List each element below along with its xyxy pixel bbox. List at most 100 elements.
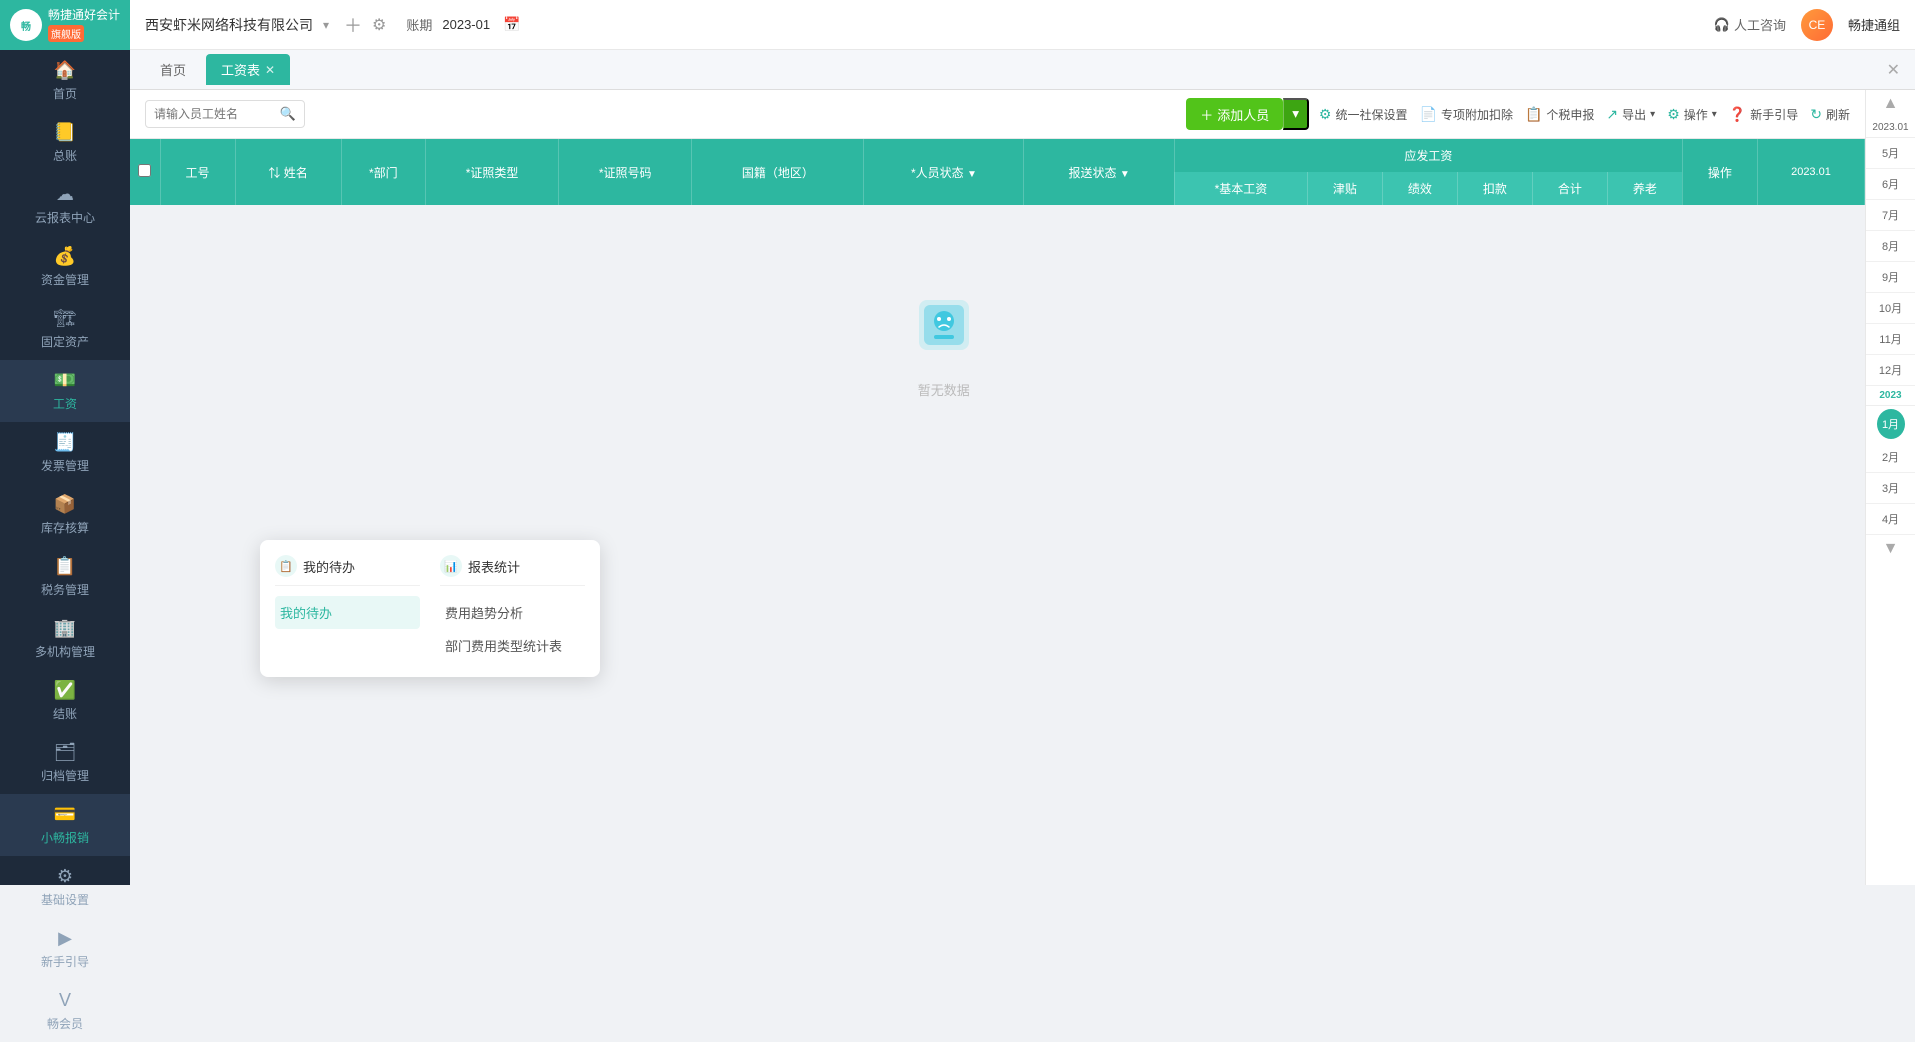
sidebar-item-invoice-label: 发票管理 [41, 457, 89, 474]
period-calendar-icon[interactable]: 📅 [503, 16, 520, 33]
sidebar-item-funds[interactable]: 💰 资金管理 [0, 236, 130, 298]
expense-icon: 💳 [54, 804, 76, 825]
refresh-icon: ↻ [1810, 106, 1822, 123]
tab-home[interactable]: 首页 [145, 54, 201, 85]
month-item-5[interactable]: 5月 [1866, 138, 1915, 169]
add-person-button[interactable]: ＋ 添加人员 [1186, 98, 1283, 130]
toolbar-actions: ⚙ 统一社保设置 📄 专项附加扣除 📋 个税申报 ↗ [1319, 106, 1850, 123]
sidebar-item-vip[interactable]: V 畅会员 [0, 980, 130, 1042]
sidebar-item-tax[interactable]: 📋 税务管理 [0, 546, 130, 608]
guide-action[interactable]: ❓ 新手引导 [1729, 106, 1798, 123]
user-avatar: CE [1801, 9, 1833, 41]
month-item-6[interactable]: 6月 [1866, 169, 1915, 200]
sidebar-item-tax-label: 税务管理 [41, 581, 89, 598]
deduction-label: 专项附加扣除 [1441, 106, 1513, 123]
sidebar-item-invoice[interactable]: 🧾 发票管理 [0, 422, 130, 484]
sidebar-item-ledger-label: 总账 [53, 147, 77, 164]
tab-close-all-icon[interactable]: ✕ [1887, 60, 1900, 80]
archive-icon: 🗂 [54, 742, 77, 763]
month-nav-header: 2023.01 [1866, 118, 1915, 138]
sidebar-item-guide[interactable]: ▶ 新手引导 [0, 918, 130, 980]
export-action[interactable]: ↗ 导出 ▾ [1606, 106, 1655, 123]
month-item-10[interactable]: 10月 [1866, 293, 1915, 324]
month-item-12[interactable]: 12月 [1866, 355, 1915, 386]
sidebar-item-cloud-report[interactable]: ☁ 云报表中心 [0, 174, 130, 236]
search-input[interactable] [154, 107, 275, 121]
nav-down-arrow[interactable]: ▼ [1878, 535, 1904, 563]
tax-report-action[interactable]: 📋 个税申报 [1525, 106, 1594, 123]
nav-up-arrow[interactable]: ▲ [1878, 90, 1904, 118]
sidebar-item-close-account[interactable]: ✅ 结账 [0, 670, 130, 732]
th-submit-status[interactable]: 报送状态 ▼ [1024, 139, 1174, 205]
sidebar-item-salary[interactable]: 💵 工资 [0, 360, 130, 422]
company-dropdown-icon[interactable]: ▾ [323, 18, 329, 32]
sidebar-item-vip-label: 畅会员 [47, 1015, 83, 1032]
month-item-11[interactable]: 11月 [1866, 324, 1915, 355]
month-item-8[interactable]: 8月 [1866, 231, 1915, 262]
guide-toolbar-icon: ❓ [1729, 106, 1746, 123]
sidebar-item-basic-settings[interactable]: ⚙ 基础设置 [0, 856, 130, 918]
vip-icon: V [59, 990, 71, 1011]
special-deduction-action[interactable]: 📄 专项附加扣除 [1420, 106, 1513, 123]
popup-menu: 📋 我的待办 我的待办 📊 报表统计 费用趋势分析 部门费用类型统计表 [260, 540, 600, 677]
select-all-checkbox[interactable] [138, 164, 151, 177]
sidebar-item-settings-label: 基础设置 [41, 891, 89, 908]
guide-icon: ▶ [58, 928, 72, 949]
popup-item-my-todo[interactable]: 我的待办 [275, 596, 420, 629]
tab-salary[interactable]: 工资表 ✕ [206, 54, 290, 85]
sidebar-item-home[interactable]: 🏠 首页 [0, 50, 130, 112]
export-icon: ↗ [1606, 106, 1618, 123]
sidebar-item-ledger[interactable]: 📒 总账 [0, 112, 130, 174]
content-area: 🔍 ＋ 添加人员 ▾ ⚙ 统一社保设置 [130, 90, 1915, 885]
sidebar-item-assets[interactable]: 🏗 固定资产 [0, 298, 130, 360]
topbar-settings-icon[interactable]: ⚙ [372, 15, 386, 35]
sidebar-item-expense[interactable]: 💳 小畅报销 [0, 794, 130, 856]
popup-col-report: 📊 报表统计 费用趋势分析 部门费用类型统计表 [440, 555, 585, 662]
cloud-icon: ☁ [56, 184, 74, 205]
th-name[interactable]: ⇅ 姓名 [235, 139, 341, 205]
month-item-3[interactable]: 3月 [1866, 473, 1915, 504]
month-item-2[interactable]: 2月 [1866, 442, 1915, 473]
add-person-group: ＋ 添加人员 ▾ [1186, 98, 1309, 130]
sidebar-item-assets-label: 固定资产 [41, 333, 89, 350]
month-item-1-active[interactable]: 1月 [1877, 409, 1905, 439]
search-box[interactable]: 🔍 [145, 100, 305, 128]
operation-action[interactable]: ⚙ 操作 ▾ [1667, 106, 1717, 123]
popup-item-dept-expense[interactable]: 部门费用类型统计表 [440, 629, 585, 662]
tab-close-icon[interactable]: ✕ [265, 63, 275, 77]
th-base-wage: *基本工资 [1174, 172, 1307, 205]
submit-filter-icon: ▼ [1120, 169, 1130, 180]
company-name: 西安虾米网络科技有限公司 [145, 15, 313, 35]
popup-col-report-header: 📊 报表统计 [440, 555, 585, 586]
logo-icon: 畅 [10, 9, 42, 41]
checkbox-header[interactable] [130, 139, 160, 205]
sidebar-item-archive[interactable]: 🗂 归档管理 [0, 732, 130, 794]
refresh-action[interactable]: ↻ 刷新 [1810, 106, 1850, 123]
export-chevron: ▾ [1650, 109, 1655, 120]
th-status[interactable]: *人员状态 ▼ [864, 139, 1024, 205]
add-person-label: 添加人员 [1217, 105, 1269, 124]
add-person-dropdown-button[interactable]: ▾ [1283, 98, 1309, 130]
tax-icon: 📋 [54, 556, 76, 577]
sidebar-item-salary-label: 工资 [53, 395, 77, 412]
month-item-4[interactable]: 4月 [1866, 504, 1915, 535]
month-item-7[interactable]: 7月 [1866, 200, 1915, 231]
topbar: 西安虾米网络科技有限公司 ▾ ＋ ⚙ 账期 2023-01 📅 🎧 人工咨询 C… [130, 0, 1915, 50]
user-name: 畅捷通组 [1848, 15, 1900, 34]
social-insurance-action[interactable]: ⚙ 统一社保设置 [1319, 106, 1408, 123]
sort-icon: ⇅ [268, 166, 280, 180]
popup-item-expense-trend[interactable]: 费用趋势分析 [440, 596, 585, 629]
tax-report-label: 个税申报 [1546, 106, 1594, 123]
topbar-add-icon[interactable]: ＋ [344, 12, 362, 38]
th-job-number: 工号 [160, 139, 235, 205]
service-button[interactable]: 🎧 人工咨询 [1714, 15, 1786, 34]
sidebar-item-inventory[interactable]: 📦 库存核算 [0, 484, 130, 546]
sidebar-item-multi-org[interactable]: 🏢 多机构管理 [0, 608, 130, 670]
sidebar-item-expense-label: 小畅报销 [41, 829, 89, 846]
add-icon: ＋ [1200, 105, 1213, 124]
operation-label: 操作 [1684, 106, 1708, 123]
filter-icon: ▼ [967, 169, 977, 180]
empty-text: 暂无数据 [918, 380, 970, 399]
month-item-9[interactable]: 9月 [1866, 262, 1915, 293]
th-id-number: *证照号码 [559, 139, 692, 205]
